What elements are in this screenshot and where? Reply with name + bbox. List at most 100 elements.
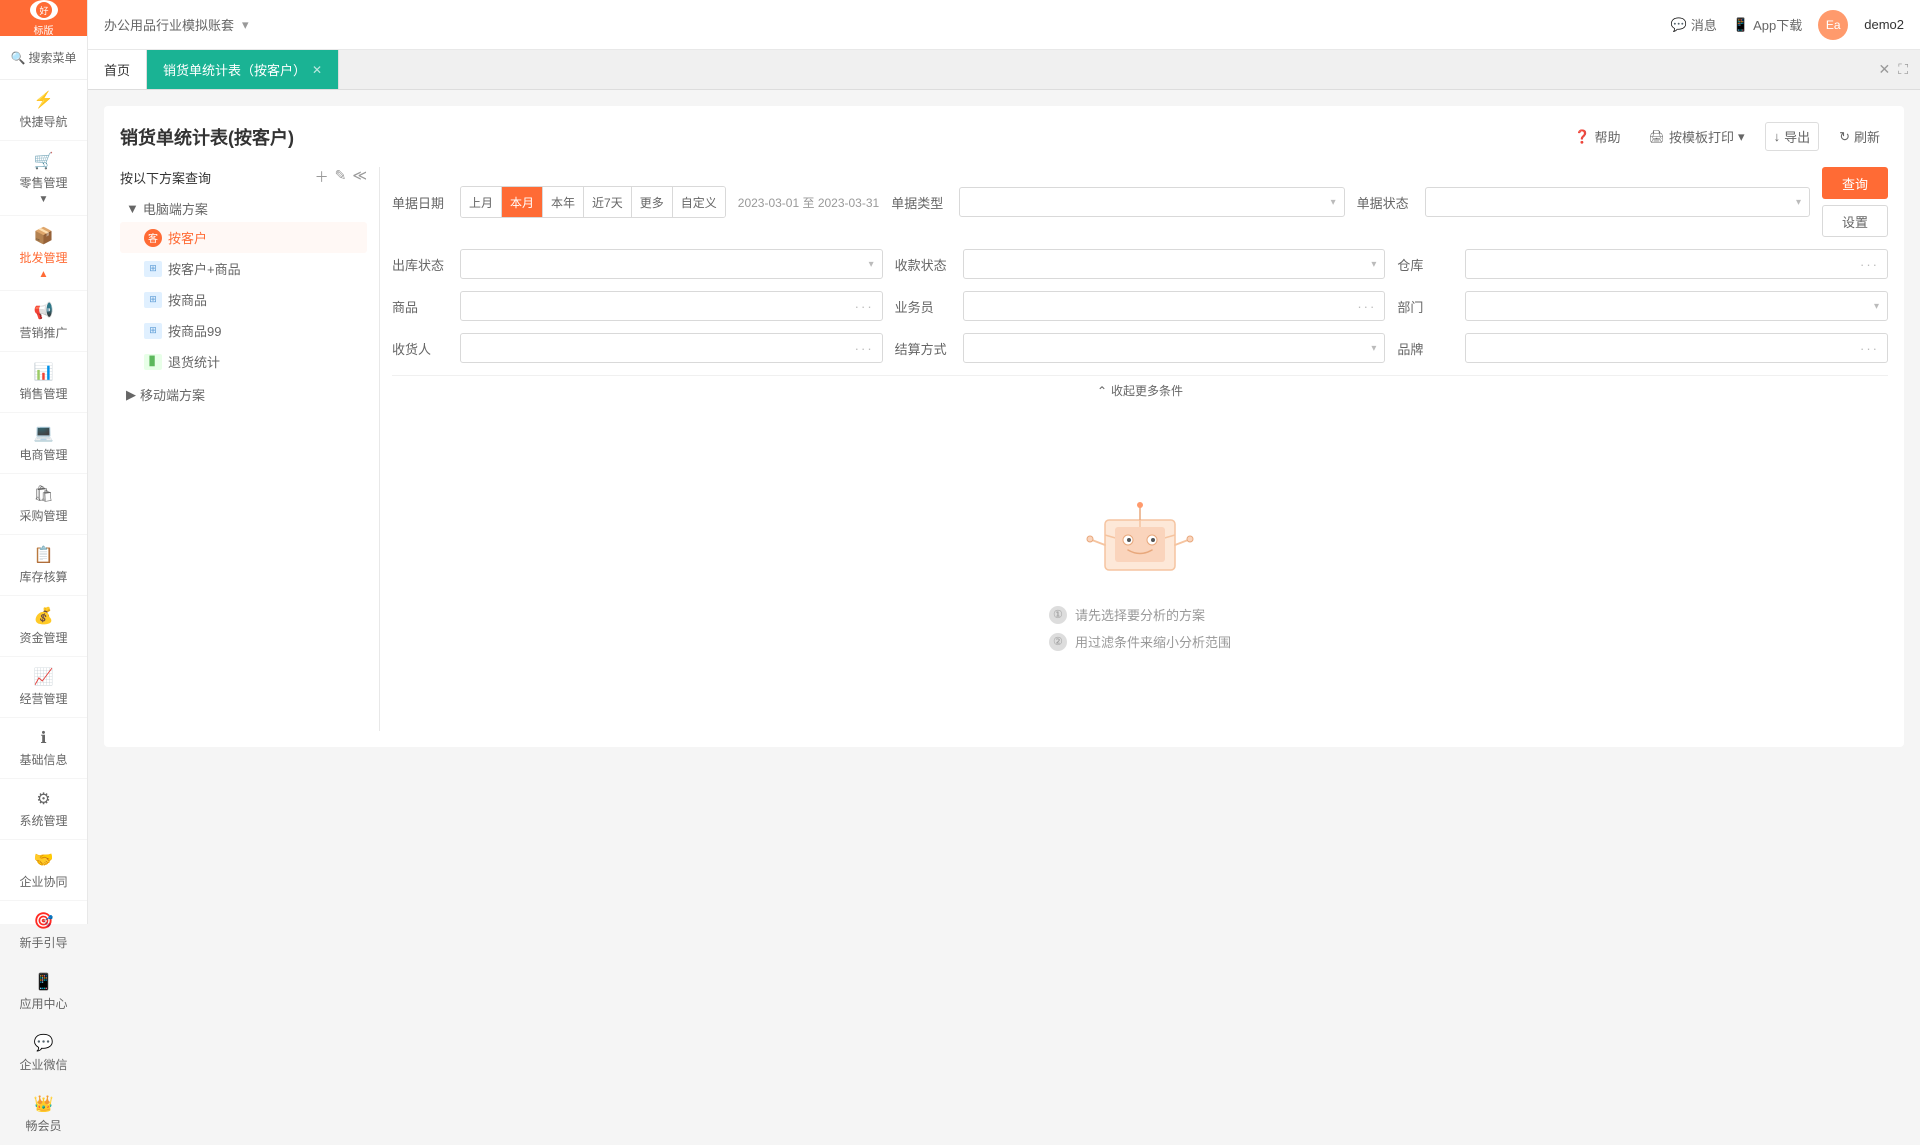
filter-row-1: 单据日期 上月 本月 本年 [392, 167, 1888, 237]
order-type-input[interactable]: ▾ [959, 187, 1344, 217]
brand-input[interactable]: ··· [1465, 333, 1888, 363]
date-tab-more[interactable]: 更多 [632, 187, 673, 217]
add-scheme-btn[interactable]: ＋ [315, 167, 329, 187]
order-type-dropdown-icon: ▾ [1331, 197, 1336, 208]
mobile-scheme-expand-icon: ▶ [126, 387, 136, 403]
collection-label: 收款状态 [895, 255, 955, 274]
tab-sales-stat[interactable]: 销货单统计表（按客户） ✕ [147, 50, 339, 89]
outbound-label: 出库状态 [392, 255, 452, 274]
sidebar-item-guide[interactable]: 🎯 新手引导 [0, 901, 87, 962]
sidebar-search[interactable]: 🔍 搜索菜单 [0, 36, 87, 80]
quick-nav-icon: ⚡ [34, 90, 54, 110]
close-window-icon[interactable]: ✕ [1878, 61, 1890, 78]
logo-icon: 好 [30, 0, 58, 20]
app-logo: 好 标版 [0, 0, 87, 36]
membership-icon: 👑 [34, 1094, 54, 1114]
filter-row-4: 收货人 ··· 结算方式 ▾ [392, 333, 1888, 363]
date-tab-this-year[interactable]: 本年 [543, 187, 584, 217]
search-menu-btn[interactable]: 🔍 搜索菜单 [4, 44, 83, 71]
scheme-by-customer[interactable]: 客 按客户 [120, 222, 367, 253]
sidebar-item-retail[interactable]: 🛒 零售管理 ▼ [0, 141, 87, 216]
tab-maximize: ✕ ⛶ [1866, 61, 1920, 78]
settings-button[interactable]: 设置 [1822, 205, 1888, 237]
pc-scheme-expand-icon: ▼ [126, 201, 139, 216]
app-download-btn[interactable]: 📱 App下载 [1733, 15, 1802, 34]
sidebar-item-purchase[interactable]: 🛍 采购管理 [0, 474, 87, 535]
sidebar-item-marketing[interactable]: 📢 营销推广 [0, 291, 87, 352]
tab-close-btn[interactable]: ✕ [312, 63, 322, 77]
export-btn[interactable]: ↓ 导出 [1765, 122, 1820, 151]
marketing-icon: 📢 [34, 301, 54, 321]
help-icon: ❓ [1574, 129, 1590, 145]
inventory-icon: 📋 [34, 545, 54, 565]
goods-input[interactable]: ··· [460, 291, 883, 321]
salesperson-dots: ··· [1357, 299, 1376, 314]
scheme-by-goods-99[interactable]: ⊞ 按商品99 [120, 315, 367, 346]
date-tab-this-month[interactable]: 本月 [502, 187, 543, 217]
breadcrumb: 办公用品行业模拟账套 [104, 15, 234, 34]
finance-icon: 💰 [34, 606, 54, 626]
brand-dots: ··· [1860, 341, 1879, 356]
sidebar-item-ecommerce[interactable]: 💻 电商管理 [0, 413, 87, 474]
main-area: 办公用品行业模拟账套 ▾ 💬 消息 📱 App下载 Ea demo2 首页 销货… [88, 0, 1920, 924]
consignee-input[interactable]: ··· [460, 333, 883, 363]
warehouse-input[interactable]: ··· [1465, 249, 1888, 279]
sidebar-item-collab[interactable]: 🤝 企业协同 [0, 840, 87, 901]
refresh-btn[interactable]: ↻ 刷新 [1831, 123, 1888, 150]
collapse-sidebar-btn[interactable]: ≪ [352, 167, 367, 187]
order-status-label: 单据状态 [1357, 193, 1417, 212]
avatar[interactable]: Ea [1818, 10, 1848, 40]
date-tab-last-7[interactable]: 近7天 [584, 187, 632, 217]
sidebar-item-operations[interactable]: 📈 经营管理 [0, 657, 87, 718]
sidebar-item-inventory[interactable]: 📋 库存核算 [0, 535, 87, 596]
salesperson-input[interactable]: ··· [963, 291, 1386, 321]
help-btn[interactable]: ❓ 帮助 [1566, 123, 1628, 150]
sidebar-item-wechat[interactable]: 💬 企业微信 [0, 1023, 87, 1084]
sidebar-item-basic-info[interactable]: ℹ 基础信息 [0, 718, 87, 779]
tab-home[interactable]: 首页 [88, 50, 147, 89]
filter-row-3: 商品 ··· 业务员 ··· [392, 291, 1888, 321]
scheme-by-goods[interactable]: ⊞ 按商品 [120, 284, 367, 315]
collapse-button[interactable]: ⌃ 收起更多条件 [392, 375, 1888, 405]
sidebar-header: 按以下方案查询 ＋ ✎ ≪ [120, 167, 367, 187]
edit-scheme-btn[interactable]: ✎ [335, 167, 347, 187]
scheme-tree: ▼ 电脑端方案 客 按客户 ⊞ 按客户+商品 [120, 195, 367, 408]
username: demo2 [1864, 17, 1904, 32]
department-label: 部门 [1397, 297, 1457, 316]
scheme-goods-icon: ⊞ [144, 292, 162, 308]
mobile-scheme-group: ▶ 移动端方案 [120, 381, 367, 408]
sidebar-actions: ＋ ✎ ≪ [315, 167, 367, 187]
print-btn[interactable]: 🖨 按模板打印 ▾ [1641, 123, 1753, 150]
scheme-return-stat[interactable]: ▊ 退货统计 [120, 346, 367, 377]
sidebar-item-membership[interactable]: 👑 畅会员 [0, 1084, 87, 1145]
sidebar-item-finance[interactable]: 💰 资金管理 [0, 596, 87, 657]
date-tab-custom[interactable]: 自定义 [673, 187, 725, 217]
mobile-scheme-header[interactable]: ▶ 移动端方案 [120, 381, 367, 408]
filter-salesperson: 业务员 ··· [895, 291, 1386, 321]
maximize-icon[interactable]: ⛶ [1898, 61, 1908, 78]
sidebar-item-system[interactable]: ⚙ 系统管理 [0, 779, 87, 840]
department-input[interactable]: ▾ [1465, 291, 1888, 321]
print-dropdown-icon[interactable]: ▾ [1738, 129, 1745, 145]
sidebar-item-wholesale[interactable]: 📦 批发管理 ▲ [0, 216, 87, 291]
outbound-input[interactable]: ▾ [460, 249, 883, 279]
breadcrumb-dropdown[interactable]: ▾ [242, 17, 249, 33]
date-range: 2023-03-01 至 2023-03-31 [738, 194, 879, 211]
sidebar-item-sales[interactable]: 📊 销售管理 [0, 352, 87, 413]
scheme-by-customer-goods[interactable]: ⊞ 按客户+商品 [120, 253, 367, 284]
date-tab-last-month[interactable]: 上月 [461, 187, 502, 217]
message-btn[interactable]: 💬 消息 [1671, 15, 1717, 34]
department-dropdown-icon: ▾ [1874, 301, 1879, 312]
collection-dropdown-icon: ▾ [1371, 259, 1376, 270]
collection-input[interactable]: ▾ [963, 249, 1386, 279]
sidebar-item-app-center[interactable]: 📱 应用中心 [0, 962, 87, 1023]
date-tabs: 上月 本月 本年 近7天 [460, 186, 726, 218]
sidebar-item-quick-nav[interactable]: ⚡ 快捷导航 [0, 80, 87, 141]
empty-tip-2: ② 用过滤条件来缩小分析范围 [1049, 632, 1231, 651]
settlement-input[interactable]: ▾ [963, 333, 1386, 363]
query-button[interactable]: 查询 [1822, 167, 1888, 199]
export-icon: ↓ [1774, 129, 1781, 144]
order-status-input[interactable]: ▾ [1425, 187, 1810, 217]
filter-order-status: 单据状态 ▾ [1357, 187, 1810, 217]
pc-scheme-header[interactable]: ▼ 电脑端方案 [120, 195, 367, 222]
